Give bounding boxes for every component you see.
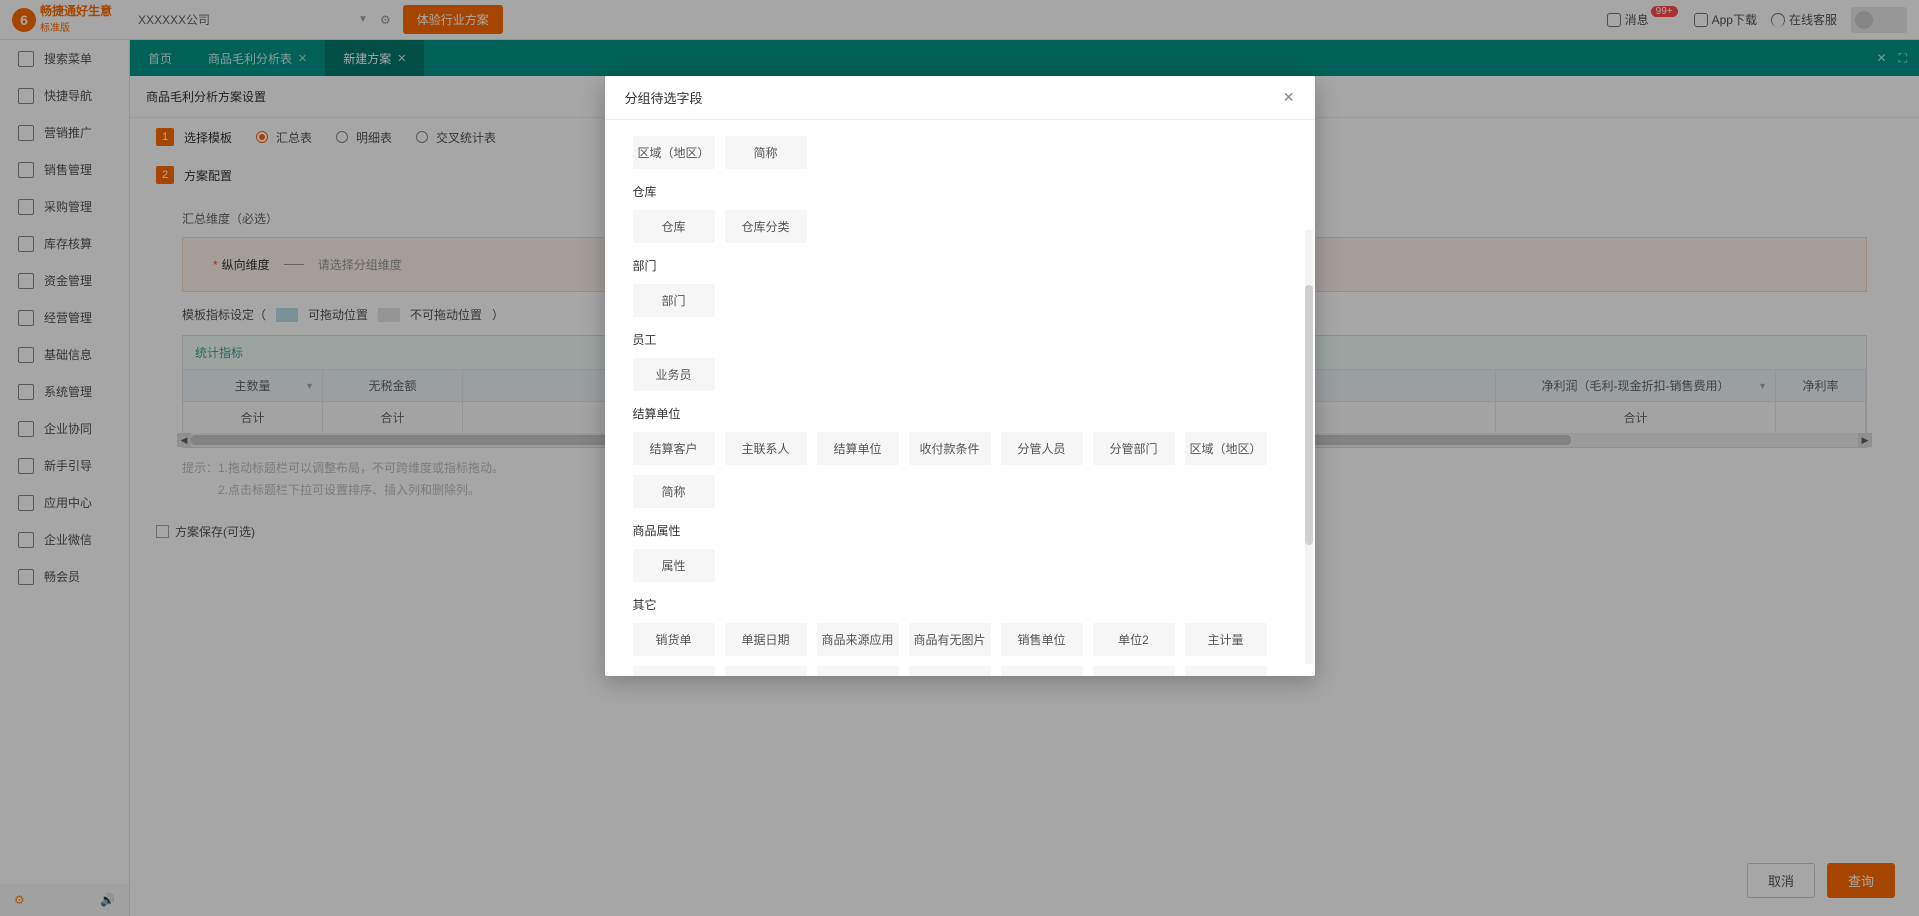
field-chip[interactable]: 主计量 (1185, 623, 1267, 656)
field-group-title: 商品属性 (633, 522, 1309, 539)
field-chip[interactable]: 单位2 (1093, 623, 1175, 656)
field-chip[interactable]: 区域（地区） (633, 136, 715, 169)
field-chip[interactable]: 销售单位 (1001, 623, 1083, 656)
field-chip[interactable]: 预计交货日期 (909, 666, 991, 676)
chip-row: 销货单单据日期商品来源应用商品有无图片销售单位单位2 主计量制单人审核人出库人预计… (633, 623, 1309, 676)
field-chip[interactable]: 出库人 (817, 666, 899, 676)
field-group: 结算单位结算客户主联系人结算单位收付款条件分管人员分管部门区域（地区）简称 (633, 405, 1309, 508)
field-group: 仓库仓库仓库分类 (633, 183, 1309, 243)
field-chip[interactable]: 销售订单 (1093, 666, 1175, 676)
field-chip[interactable]: 结算客户 (633, 432, 715, 465)
field-chip[interactable]: 销货单 (633, 623, 715, 656)
field-chip[interactable]: 赠品 (1001, 666, 1083, 676)
field-chip[interactable]: 简称 (633, 475, 715, 508)
field-chip[interactable]: 分管部门 (1093, 432, 1175, 465)
modal-header: 分组待选字段 ✕ (605, 76, 1315, 120)
field-chip[interactable]: 主联系人 (725, 432, 807, 465)
modal-body: 客户客户分类分管部门分管人员主联系人主联系人销售单位 区域（地区）简称 仓库仓库… (605, 120, 1315, 676)
field-group: 员工业务员 (633, 331, 1309, 391)
field-chip[interactable]: 商品有无图片 (909, 623, 991, 656)
field-chip[interactable]: 区域（地区） (1185, 432, 1267, 465)
chip-row: 部门 (633, 284, 1309, 317)
field-group: 其它销货单单据日期商品来源应用商品有无图片销售单位单位2 主计量制单人审核人出库人… (633, 596, 1309, 676)
modal-close-icon[interactable]: ✕ (1283, 89, 1295, 106)
group-field-modal: 分组待选字段 ✕ 客户客户分类分管部门分管人员主联系人主联系人销售单位 区域（地… (605, 76, 1315, 676)
field-group-title: 仓库 (633, 183, 1309, 200)
field-chip[interactable]: 收付款条件 (909, 432, 991, 465)
modal-title: 分组待选字段 (625, 88, 703, 107)
field-chip[interactable]: 结算单位 (817, 432, 899, 465)
field-group-title: 其它 (633, 596, 1309, 613)
chip-row: 结算客户主联系人结算单位收付款条件分管人员分管部门区域（地区） 简称 (633, 432, 1309, 508)
field-chip[interactable]: 部门 (633, 284, 715, 317)
chip-row: 业务员 (633, 358, 1309, 391)
field-chip[interactable]: 属性 (633, 549, 715, 582)
field-chip[interactable]: 简称 (725, 136, 807, 169)
chip-row-top: 区域（地区） 简称 (633, 136, 1309, 169)
field-group: 部门部门 (633, 257, 1309, 317)
field-chip[interactable]: 价格类型 (1185, 666, 1267, 676)
field-group-title: 员工 (633, 331, 1309, 348)
field-chip[interactable]: 业务员 (633, 358, 715, 391)
field-group-title: 部门 (633, 257, 1309, 274)
modal-vscrollbar[interactable] (1305, 230, 1313, 664)
field-chip[interactable]: 仓库 (633, 210, 715, 243)
chip-row: 仓库仓库分类 (633, 210, 1309, 243)
scroll-thumb[interactable] (1305, 285, 1313, 545)
chip-row: 属性 (633, 549, 1309, 582)
field-chip[interactable]: 单据日期 (725, 623, 807, 656)
field-group-title: 结算单位 (633, 405, 1309, 422)
field-chip[interactable]: 审核人 (725, 666, 807, 676)
field-chip[interactable]: 制单人 (633, 666, 715, 676)
field-chip[interactable]: 分管人员 (1001, 432, 1083, 465)
field-chip[interactable]: 仓库分类 (725, 210, 807, 243)
field-chip[interactable]: 商品来源应用 (817, 623, 899, 656)
field-group: 商品属性属性 (633, 522, 1309, 582)
